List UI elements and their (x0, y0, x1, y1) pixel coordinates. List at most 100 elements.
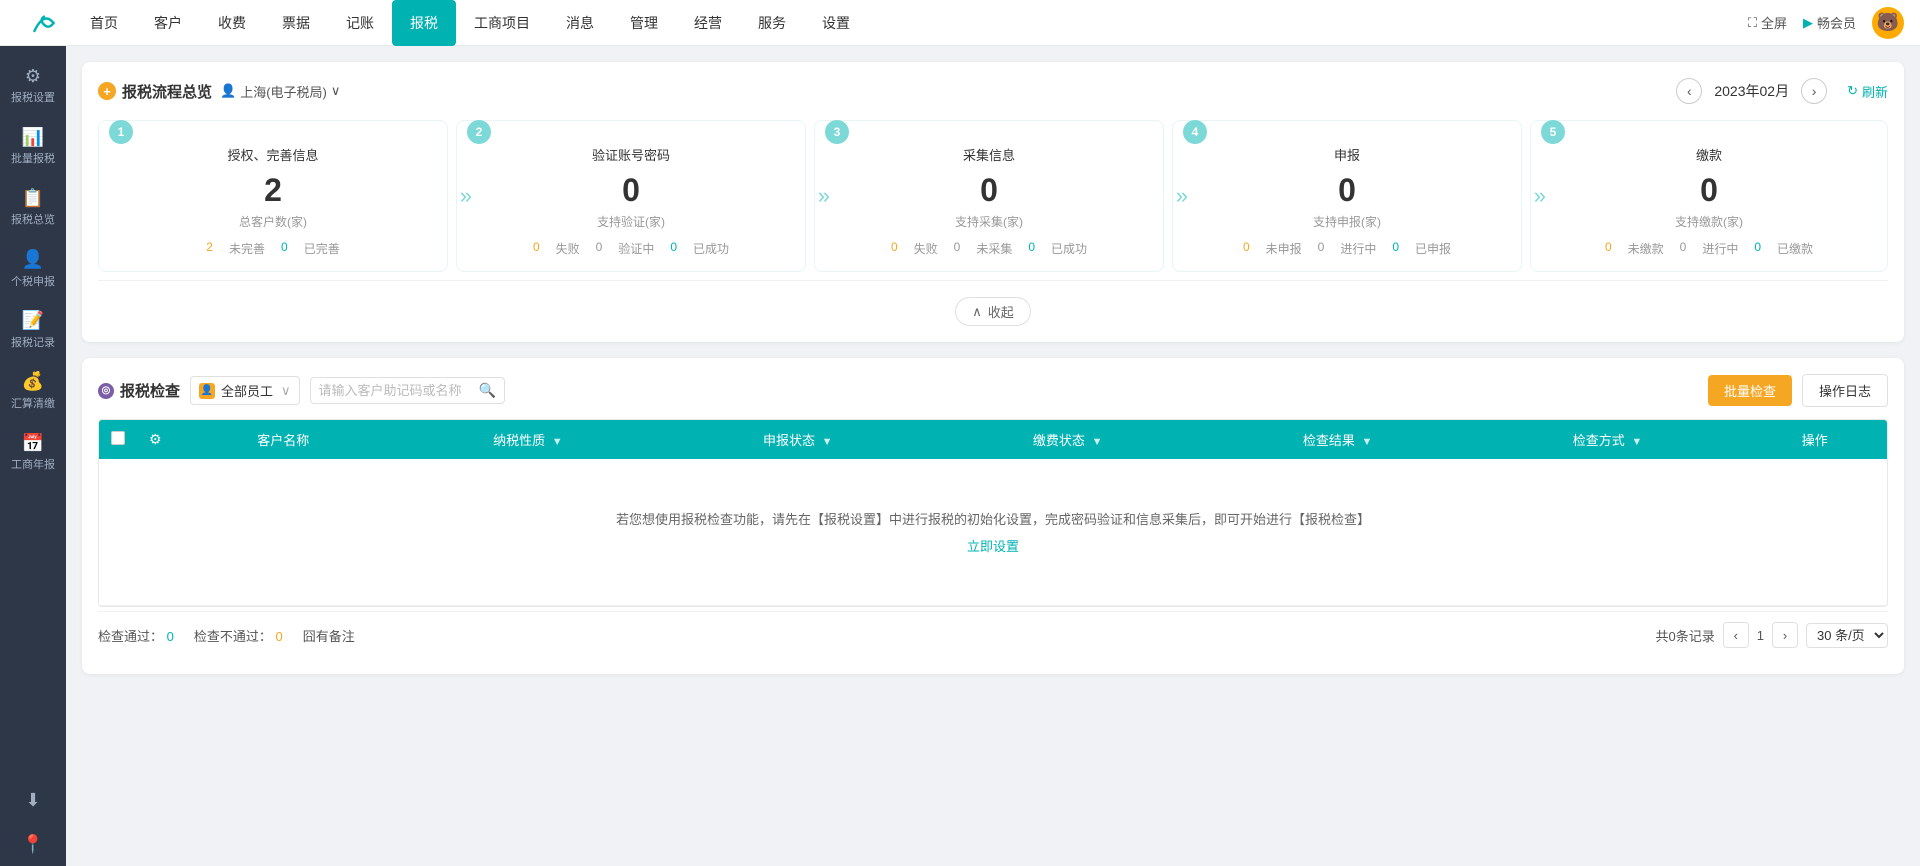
step-count-2: 0 (473, 172, 789, 209)
fullscreen-btn[interactable]: ⛶ 全屏 (1748, 13, 1787, 32)
col-pay-status: 缴费状态 ▼ (933, 420, 1203, 459)
step1-unfilled-label: 未完善 (229, 240, 265, 257)
step2-success-val[interactable]: 0 (670, 240, 677, 257)
nav-item-business[interactable]: 工商项目 (456, 0, 548, 46)
total-records: 共0条记录 (1656, 626, 1715, 645)
next-month-btn[interactable]: › (1801, 78, 1827, 104)
filter-icon-4[interactable]: ▼ (1361, 436, 1372, 448)
prev-month-btn[interactable]: ‹ (1676, 78, 1702, 104)
step1-filled-label: 已完善 (304, 240, 340, 257)
sidebar-item-label: 报税总览 (11, 214, 55, 227)
nav-item-accounting[interactable]: 记账 (328, 0, 392, 46)
step-sub-1: 2 未完善 0 已完善 (115, 240, 431, 257)
step2-fail-val[interactable]: 0 (533, 240, 540, 257)
operation-log-btn[interactable]: 操作日志 (1802, 374, 1888, 407)
process-steps: 1 授权、完善信息 2 总客户数(家) 2 未完善 0 已完善 (98, 120, 1888, 272)
staff-select[interactable]: 👤 全部员工 ∨ (190, 376, 300, 405)
step-card-5: 5 缴款 0 支持缴款(家) 0 未缴款 0 进行中 0 已缴款 (1530, 120, 1888, 272)
sidebar-item-annual-report[interactable]: 📅 工商年报 (0, 421, 66, 482)
empty-cell: 若您想使用报税检查功能，请先在【报税设置】中进行报税的初始化设置，完成密码验证和… (99, 459, 1887, 606)
sidebar-item-tax-settings[interactable]: ⚙ 报税设置 (0, 54, 66, 115)
filter-icon-2[interactable]: ▼ (822, 436, 833, 448)
nav-item-settings[interactable]: 设置 (804, 0, 868, 46)
step4-reported-val[interactable]: 0 (1392, 240, 1399, 257)
step-wrapper-4: 4 申报 0 支持申报(家) 0 未申报 0 进行中 0 已申报 » (1172, 120, 1530, 272)
location-badge[interactable]: 👤 上海(电子税局) ∨ (220, 82, 340, 101)
col-name: 客户名称 (174, 420, 393, 459)
step-title-4: 申报 (1189, 145, 1505, 164)
fail-count[interactable]: 0 (276, 629, 283, 644)
fail-label: 检查不通过： 0 (194, 626, 283, 645)
sidebar-item-location[interactable]: 📍 (0, 822, 66, 866)
filter-icon-1[interactable]: ▼ (552, 436, 563, 448)
sidebar-item-settlement[interactable]: 💰 汇算清缴 (0, 360, 66, 421)
step-subtitle-5: 支持缴款(家) (1547, 213, 1871, 230)
search-input[interactable] (319, 383, 479, 398)
batch-check-btn[interactable]: 批量检查 (1708, 375, 1792, 406)
step3-success-val[interactable]: 0 (1028, 240, 1035, 257)
refresh-icon: ↻ (1847, 83, 1858, 99)
dropdown-chevron-icon: ∨ (281, 383, 291, 399)
step3-fail-val[interactable]: 0 (891, 240, 898, 257)
step4-inprogress-val: 0 (1318, 240, 1325, 257)
step5-unpaid-label: 未缴款 (1628, 240, 1664, 257)
prev-page-btn[interactable]: ‹ (1723, 622, 1749, 648)
taxcheck-card: ◎ 报税检查 👤 全部员工 ∨ 🔍 批量检查 操作日志 (82, 358, 1904, 674)
step5-inprogress-label: 进行中 (1702, 240, 1738, 257)
sidebar-item-tax-record[interactable]: 📝 报税记录 (0, 299, 66, 360)
sidebar-item-label: 报税设置 (11, 92, 55, 105)
download-icon: ⬇ (21, 788, 45, 812)
nav-item-home[interactable]: 首页 (72, 0, 136, 46)
step-wrapper-5: 5 缴款 0 支持缴款(家) 0 未缴款 0 进行中 0 已缴款 (1530, 120, 1888, 272)
per-page-select[interactable]: 30 条/页 (1806, 623, 1888, 648)
nav-right: ⛶ 全屏 ▶ 畅会员 🐻 (1748, 7, 1904, 39)
nav-item-tax[interactable]: 报税 (392, 0, 456, 46)
sidebar-item-download[interactable]: ⬇ (0, 778, 66, 822)
step2-fail-label: 失败 (556, 240, 580, 257)
filter-icon-3[interactable]: ▼ (1092, 436, 1103, 448)
column-settings-icon[interactable]: ⚙ (149, 431, 162, 447)
annual-report-icon: 📅 (21, 431, 45, 455)
step5-paid-val[interactable]: 0 (1754, 240, 1761, 257)
pass-count[interactable]: 0 (167, 629, 174, 644)
nav-item-customer[interactable]: 客户 (136, 0, 200, 46)
refresh-btn[interactable]: ↻ 刷新 (1847, 82, 1888, 101)
table-body: 若您想使用报税检查功能，请先在【报税设置】中进行报税的初始化设置，完成密码验证和… (99, 459, 1887, 606)
step-wrapper-1: 1 授权、完善信息 2 总客户数(家) 2 未完善 0 已完善 (98, 120, 456, 272)
nav-item-invoice[interactable]: 票据 (264, 0, 328, 46)
select-all-checkbox[interactable] (111, 431, 125, 445)
fullscreen-icon: ⛶ (1748, 15, 1757, 31)
step1-unfilled[interactable]: 2 (206, 240, 213, 257)
search-icon[interactable]: 🔍 (479, 382, 496, 399)
sidebar: ⚙ 报税设置 📊 批量报税 📋 报税总览 👤 个税申报 📝 报税记录 💰 汇算清… (0, 46, 66, 866)
plus-icon: + (98, 82, 116, 100)
footer-right: 共0条记录 ‹ 1 › 30 条/页 (1656, 622, 1888, 648)
filter-icon-5[interactable]: ▼ (1631, 436, 1642, 448)
step-title-3: 采集信息 (831, 145, 1147, 164)
step-title-5: 缴款 (1547, 145, 1871, 164)
batch-tax-icon: 📊 (21, 125, 45, 149)
sidebar-item-personal-tax[interactable]: 👤 个税申报 (0, 238, 66, 299)
setup-link[interactable]: 立即设置 (111, 536, 1875, 555)
col-operation: 操作 (1742, 420, 1887, 459)
step4-unreported-val[interactable]: 0 (1243, 240, 1250, 257)
next-page-btn[interactable]: › (1772, 622, 1798, 648)
member-btn[interactable]: ▶ 畅会员 (1803, 13, 1856, 32)
step-sub-4: 0 未申报 0 进行中 0 已申报 (1189, 240, 1505, 257)
step5-unpaid-val[interactable]: 0 (1605, 240, 1612, 257)
collapse-btn[interactable]: ∧ 收起 (955, 297, 1031, 326)
check-purple-icon: ◎ (98, 383, 114, 399)
step-arrow-2: » (816, 183, 832, 209)
avatar[interactable]: 🐻 (1872, 7, 1904, 39)
sidebar-item-batch-tax[interactable]: 📊 批量报税 (0, 115, 66, 176)
nav-item-fee[interactable]: 收费 (200, 0, 264, 46)
nav-item-manage[interactable]: 管理 (612, 0, 676, 46)
nav-item-operation[interactable]: 经营 (676, 0, 740, 46)
nav-item-message[interactable]: 消息 (548, 0, 612, 46)
empty-text: 若您想使用报税检查功能，请先在【报税设置】中进行报税的初始化设置，完成密码验证和… (111, 509, 1875, 528)
step1-filled[interactable]: 0 (281, 240, 288, 257)
fullscreen-label: 全屏 (1761, 13, 1787, 32)
nav-item-service[interactable]: 服务 (740, 0, 804, 46)
table-empty-row: 若您想使用报税检查功能，请先在【报税设置】中进行报税的初始化设置，完成密码验证和… (99, 459, 1887, 606)
sidebar-item-tax-overview[interactable]: 📋 报税总览 (0, 176, 66, 237)
